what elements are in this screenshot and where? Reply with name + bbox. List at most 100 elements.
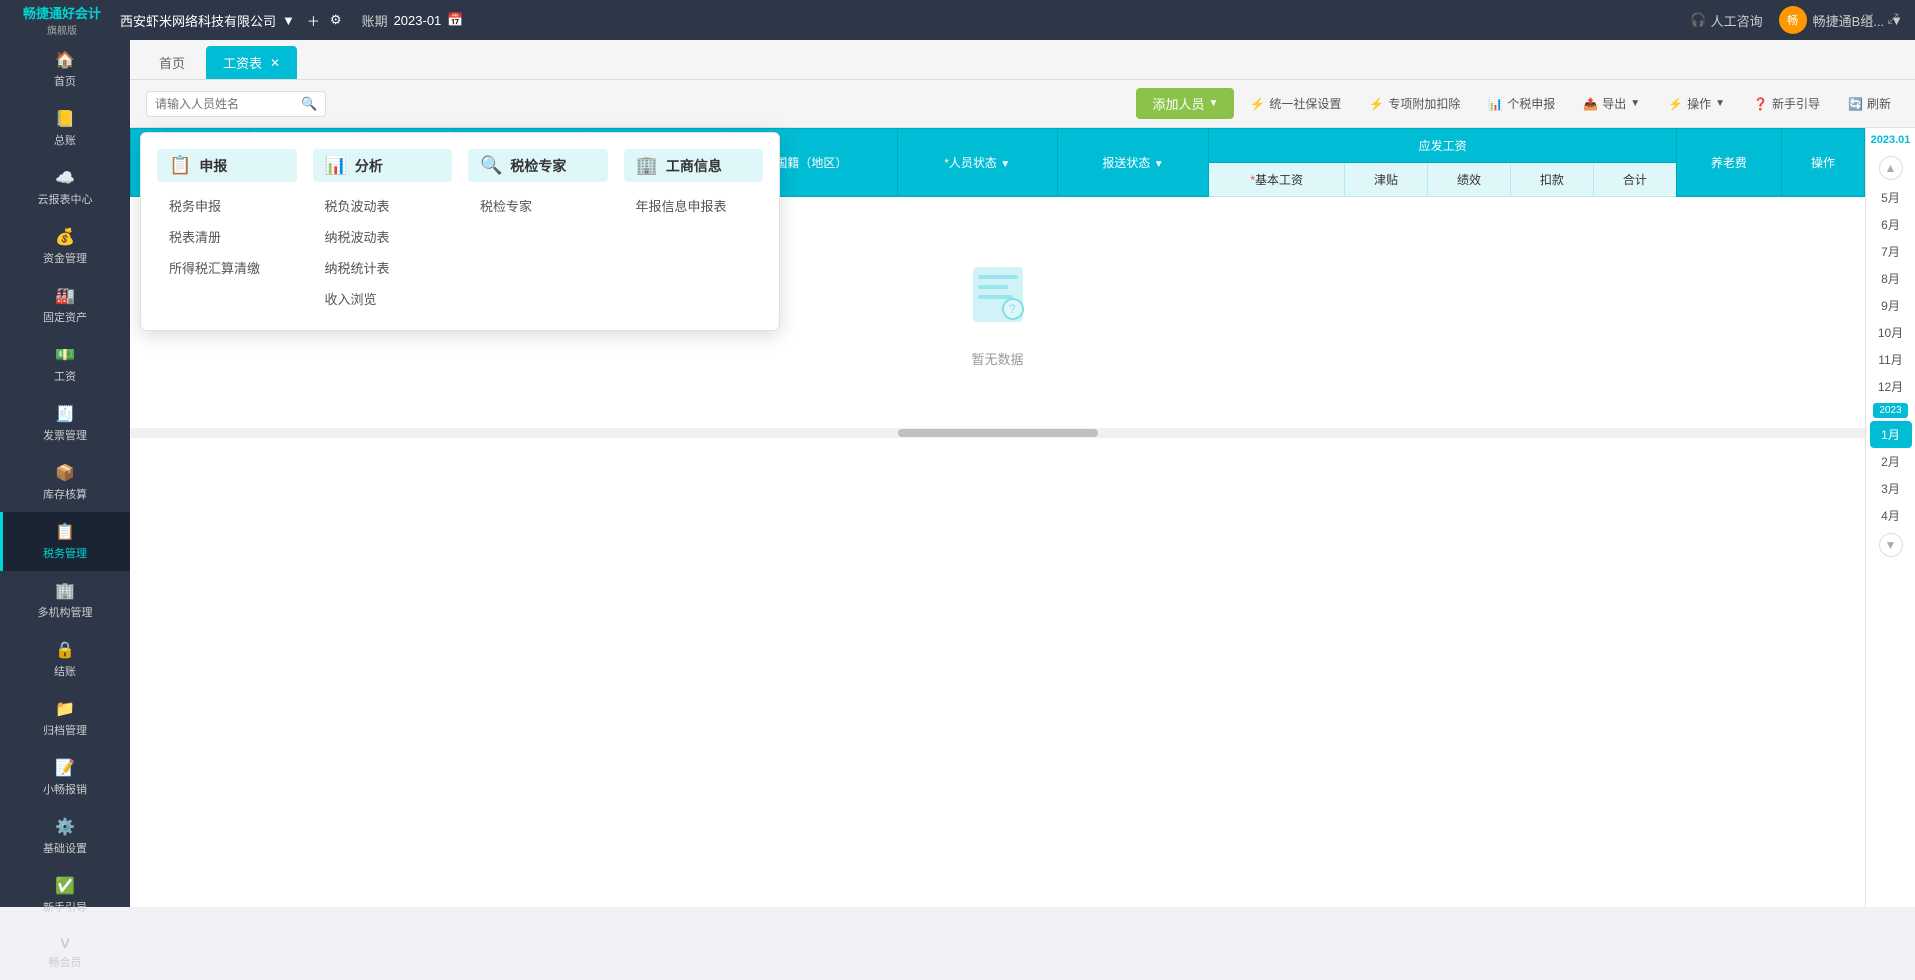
menu-item-tax-form[interactable]: 税表清册: [157, 221, 297, 252]
analysis-label: 分析: [355, 156, 383, 176]
guide-btn[interactable]: ❓ 新手引导: [1745, 91, 1828, 116]
sidebar-item-inventory[interactable]: 📦 库存核算: [0, 453, 130, 512]
company-selector[interactable]: 西安虾米网络科技有限公司 ▼ ＋ ⚙: [120, 11, 342, 30]
expert-label: 税检专家: [510, 156, 566, 176]
special-deduct-btn[interactable]: ⚡ 专项附加扣除: [1361, 91, 1468, 116]
settings-icon[interactable]: ⚙: [330, 12, 342, 28]
cal-month-5[interactable]: 5月: [1870, 184, 1912, 211]
social-insurance-btn[interactable]: ⚡ 统一社保设置: [1242, 91, 1349, 116]
tax-report-btn[interactable]: 📊 个税申报: [1480, 91, 1563, 116]
invoice-icon: 🧾: [55, 404, 75, 424]
operation-icon: ⚡: [1668, 97, 1683, 111]
tax-report-icon: 📊: [1488, 97, 1503, 111]
calendar-header: 2023.01: [1871, 128, 1911, 152]
sidebar-item-ledger[interactable]: 📒 总账: [0, 99, 130, 158]
cal-month-8[interactable]: 8月: [1870, 265, 1912, 292]
cal-month-1[interactable]: 1月: [1870, 421, 1912, 448]
user-avatar: 畅: [1779, 6, 1807, 34]
export-dropdown-icon: ▼: [1630, 98, 1640, 109]
menu-item-annual-report[interactable]: 年报信息申报表: [624, 190, 764, 221]
sidebar-item-assets[interactable]: 🏭 固定资产: [0, 276, 130, 335]
search-wrap: 🔍: [146, 91, 326, 117]
search-icon[interactable]: 🔍: [301, 96, 317, 112]
th-deduct: 扣款: [1510, 163, 1593, 197]
settings-gear-icon: ⚙️: [55, 817, 75, 837]
filter-icon-status[interactable]: ▼: [1000, 159, 1010, 170]
menu-item-tax-fluctuation2[interactable]: 纳税波动表: [313, 221, 453, 252]
cal-month-11[interactable]: 11月: [1870, 346, 1912, 373]
cal-month-3[interactable]: 3月: [1870, 475, 1912, 502]
refresh-btn[interactable]: 🔄 刷新: [1840, 91, 1899, 116]
close-button[interactable]: ✕: [1859, 8, 1879, 28]
add-person-button[interactable]: 添加人员 ▼: [1136, 88, 1234, 119]
menu-item-income-browse[interactable]: 收入浏览: [313, 283, 453, 314]
sidebar-item-basic[interactable]: ⚙️ 基础设置: [0, 807, 130, 866]
sidebar-label-invoice: 发票管理: [43, 427, 87, 443]
required-mark-status: *: [944, 156, 949, 170]
sidebar-item-salary[interactable]: 💵 工资: [0, 335, 130, 394]
period-selector[interactable]: 账期 2023-01 📅: [362, 11, 464, 30]
sidebar-label-member: 畅会员: [49, 954, 82, 970]
cal-month-6[interactable]: 6月: [1870, 211, 1912, 238]
menu-item-income-clear[interactable]: 所得税汇算清缴: [157, 252, 297, 283]
sidebar-item-invoice[interactable]: 🧾 发票管理: [0, 394, 130, 453]
member-icon: V: [60, 935, 69, 951]
cal-month-7[interactable]: 7月: [1870, 238, 1912, 265]
cal-month-4[interactable]: 4月: [1870, 502, 1912, 529]
app-subtitle: 旗舰版: [47, 22, 77, 37]
menu-item-tax-stats[interactable]: 纳税统计表: [313, 252, 453, 283]
menu-item-expert[interactable]: 税检专家: [468, 190, 608, 221]
service-button[interactable]: 🎧 人工咨询: [1690, 11, 1762, 30]
tab-salary-table[interactable]: 工资表 ✕: [206, 46, 297, 79]
calendar-icon[interactable]: 📅: [447, 12, 463, 28]
sidebar-item-cloud[interactable]: ☁️ 云报表中心: [0, 158, 130, 217]
filter-icon-report[interactable]: ▼: [1154, 159, 1164, 170]
menu-item-tax-fluctuation[interactable]: 税负波动表: [313, 190, 453, 221]
sidebar-item-home[interactable]: 🏠 首页: [0, 40, 130, 99]
window-controls: ✕ ⤢: [1847, 0, 1915, 36]
multi-icon: 🏢: [55, 581, 75, 601]
sidebar-item-mini[interactable]: 📝 小畅报销: [0, 748, 130, 807]
cal-month-10[interactable]: 10月: [1870, 319, 1912, 346]
close-books-icon: 🔒: [55, 640, 75, 660]
th-report-status: 报送状态 ▼: [1057, 129, 1209, 197]
export-btn[interactable]: 📤 导出 ▼: [1575, 91, 1648, 116]
refresh-label: 刷新: [1867, 95, 1891, 112]
cal-month-12[interactable]: 12月: [1870, 373, 1912, 400]
required-mark-basic: *: [1250, 173, 1255, 187]
menu-item-tax-declare[interactable]: 税务申报: [157, 190, 297, 221]
menu-section-declare: 📋 申报 税务申报 税表清册 所得税汇算清缴: [157, 149, 297, 314]
th-performance: 绩效: [1428, 163, 1511, 197]
sidebar-label-inventory: 库存核算: [43, 486, 87, 502]
search-input[interactable]: [155, 97, 295, 111]
scroll-thumb[interactable]: [898, 429, 1098, 437]
menu-section-business: 🏢 工商信息 年报信息申报表: [624, 149, 764, 314]
company-dropdown-icon[interactable]: ▼: [282, 13, 295, 28]
sidebar-item-funds[interactable]: 💰 资金管理: [0, 217, 130, 276]
export-icon: 📤: [1583, 97, 1598, 111]
period-value[interactable]: 2023-01: [394, 13, 442, 28]
app-title: 畅捷通好会计: [23, 3, 101, 22]
sidebar-item-archive[interactable]: 📁 归档管理: [0, 689, 130, 748]
table-scrollbar[interactable]: [130, 428, 1865, 438]
cal-month-9[interactable]: 9月: [1870, 292, 1912, 319]
sidebar-item-multi[interactable]: 🏢 多机构管理: [0, 571, 130, 630]
ledger-icon: 📒: [55, 109, 75, 129]
sidebar-item-guide[interactable]: ✅ 新手引导: [0, 866, 130, 925]
th-status: *人员状态 ▼: [897, 129, 1057, 197]
calendar-down-nav[interactable]: ▼: [1879, 533, 1903, 557]
guide-label: 新手引导: [1772, 95, 1820, 112]
cal-month-2[interactable]: 2月: [1870, 448, 1912, 475]
sidebar-item-member[interactable]: V 畅会员: [0, 925, 130, 980]
calendar-up-nav[interactable]: ▲: [1879, 156, 1903, 180]
sidebar-item-tax[interactable]: 📋 税务管理: [0, 512, 130, 571]
resize-button[interactable]: ⤢: [1883, 8, 1903, 28]
tab-home[interactable]: 首页: [142, 46, 202, 79]
tab-close-icon[interactable]: ✕: [270, 56, 280, 70]
company-name: 西安虾米网络科技有限公司: [120, 11, 276, 30]
social-label: 统一社保设置: [1269, 95, 1341, 112]
menu-section-analysis: 📊 分析 税负波动表 纳税波动表 纳税统计表 收入浏览: [313, 149, 453, 314]
operation-btn[interactable]: ⚡ 操作 ▼: [1660, 91, 1733, 116]
sidebar-item-close[interactable]: 🔒 结账: [0, 630, 130, 689]
add-company-icon[interactable]: ＋: [307, 11, 320, 30]
